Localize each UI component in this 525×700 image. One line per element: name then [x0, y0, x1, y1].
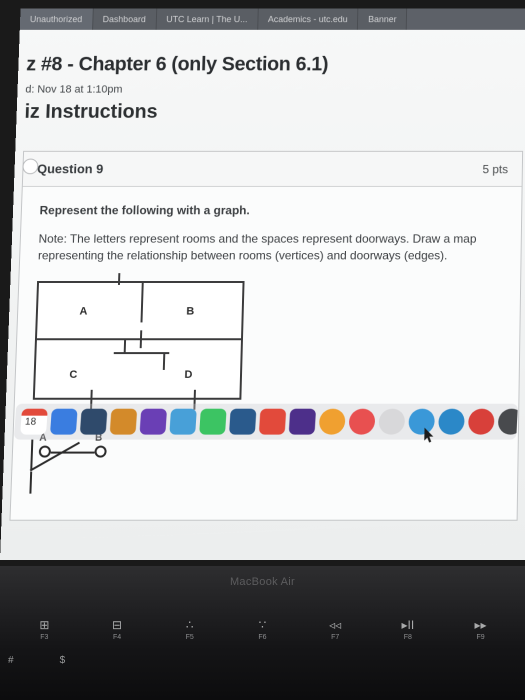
room-label-c: C — [69, 368, 77, 383]
laptop-bezel: MacBook Air ⊞F3 ⊟F4 ∴F5 ∵F6 ◃◃F7 ▸IIF8 ▸… — [0, 566, 525, 700]
key-f8[interactable]: ▸IIF8 — [382, 618, 434, 641]
key-f5[interactable]: ∴F5 — [164, 618, 216, 641]
calendar-icon[interactable] — [20, 409, 48, 435]
graph-edge — [30, 442, 80, 472]
key-hash[interactable]: # — [8, 655, 14, 666]
dock-app-icon[interactable] — [80, 409, 108, 435]
dock-app-icon[interactable] — [229, 409, 256, 435]
question-points: 5 pts — [482, 162, 508, 176]
dock-app-icon[interactable] — [50, 409, 78, 435]
page-content: z #8 - Chapter 6 (only Section 6.1) d: N… — [1, 54, 525, 521]
key-dollar[interactable]: $ — [60, 655, 66, 666]
key-f9[interactable]: ▸▸F9 — [455, 618, 507, 641]
function-key-row: ⊞F3 ⊟F4 ∴F5 ∵F6 ◃◃F7 ▸IIF8 ▸▸F9 — [0, 618, 525, 641]
dock-app-icon[interactable] — [110, 409, 138, 435]
tab-unauthorized[interactable]: Unauthorized — [20, 9, 94, 30]
dock-app-icon[interactable] — [289, 409, 316, 435]
question-prompt: Represent the following with a graph. — [39, 203, 503, 219]
graph-node-b[interactable] — [94, 446, 106, 458]
dock-app-icon[interactable] — [259, 409, 286, 435]
room-label-d: D — [184, 368, 192, 383]
dock-app-icon[interactable] — [348, 409, 375, 435]
question-body: Represent the following with a graph. No… — [10, 187, 521, 520]
room-label-b: B — [186, 305, 194, 320]
key-f7[interactable]: ◃◃F7 — [309, 618, 361, 641]
dock-app-icon[interactable] — [498, 409, 518, 435]
question-header: Question 9 5 pts — [23, 152, 522, 187]
floorplan-diagram: A B C D — [33, 281, 245, 400]
dock-app-icon[interactable] — [169, 409, 197, 435]
question-card: Question 9 5 pts Represent the following… — [9, 151, 523, 521]
dock-app-icon[interactable] — [199, 409, 226, 435]
graph-node-a[interactable] — [39, 446, 51, 458]
key-f3[interactable]: ⊞F3 — [18, 618, 70, 641]
dock-app-icon[interactable] — [468, 409, 495, 435]
graph-edge — [29, 472, 32, 494]
tab-banner[interactable]: Banner — [358, 9, 407, 30]
question-label: Question 9 — [37, 162, 104, 177]
laptop-screen: Unauthorized Dashboard UTC Learn | The U… — [0, 9, 525, 560]
key-f4[interactable]: ⊟F4 — [91, 618, 143, 641]
mouse-cursor-icon — [424, 428, 436, 444]
laptop-brand-label: MacBook Air — [0, 576, 525, 588]
instructions-heading: iz Instructions — [24, 101, 524, 123]
tab-utclearn[interactable]: UTC Learn | The U... — [156, 9, 258, 30]
graph-answer-area[interactable]: A B — [29, 440, 151, 500]
dock-app-icon[interactable] — [438, 409, 465, 435]
tab-academics[interactable]: Academics - utc.edu — [258, 9, 359, 30]
tab-dashboard[interactable]: Dashboard — [93, 9, 157, 30]
dock-app-icon[interactable] — [319, 409, 346, 435]
browser-tabs: Unauthorized Dashboard UTC Learn | The U… — [20, 9, 525, 30]
graph-edge — [30, 440, 33, 470]
macos-dock[interactable] — [14, 404, 518, 440]
dock-app-icon[interactable] — [378, 409, 405, 435]
room-label-a: A — [79, 305, 87, 320]
dock-app-icon[interactable] — [139, 409, 167, 435]
key-f6[interactable]: ∵F6 — [236, 618, 288, 641]
question-note: Note: The letters represent rooms and th… — [38, 231, 503, 264]
quiz-due: d: Nov 18 at 1:10pm — [25, 84, 524, 96]
quiz-title: z #8 - Chapter 6 (only Section 6.1) — [26, 54, 525, 76]
